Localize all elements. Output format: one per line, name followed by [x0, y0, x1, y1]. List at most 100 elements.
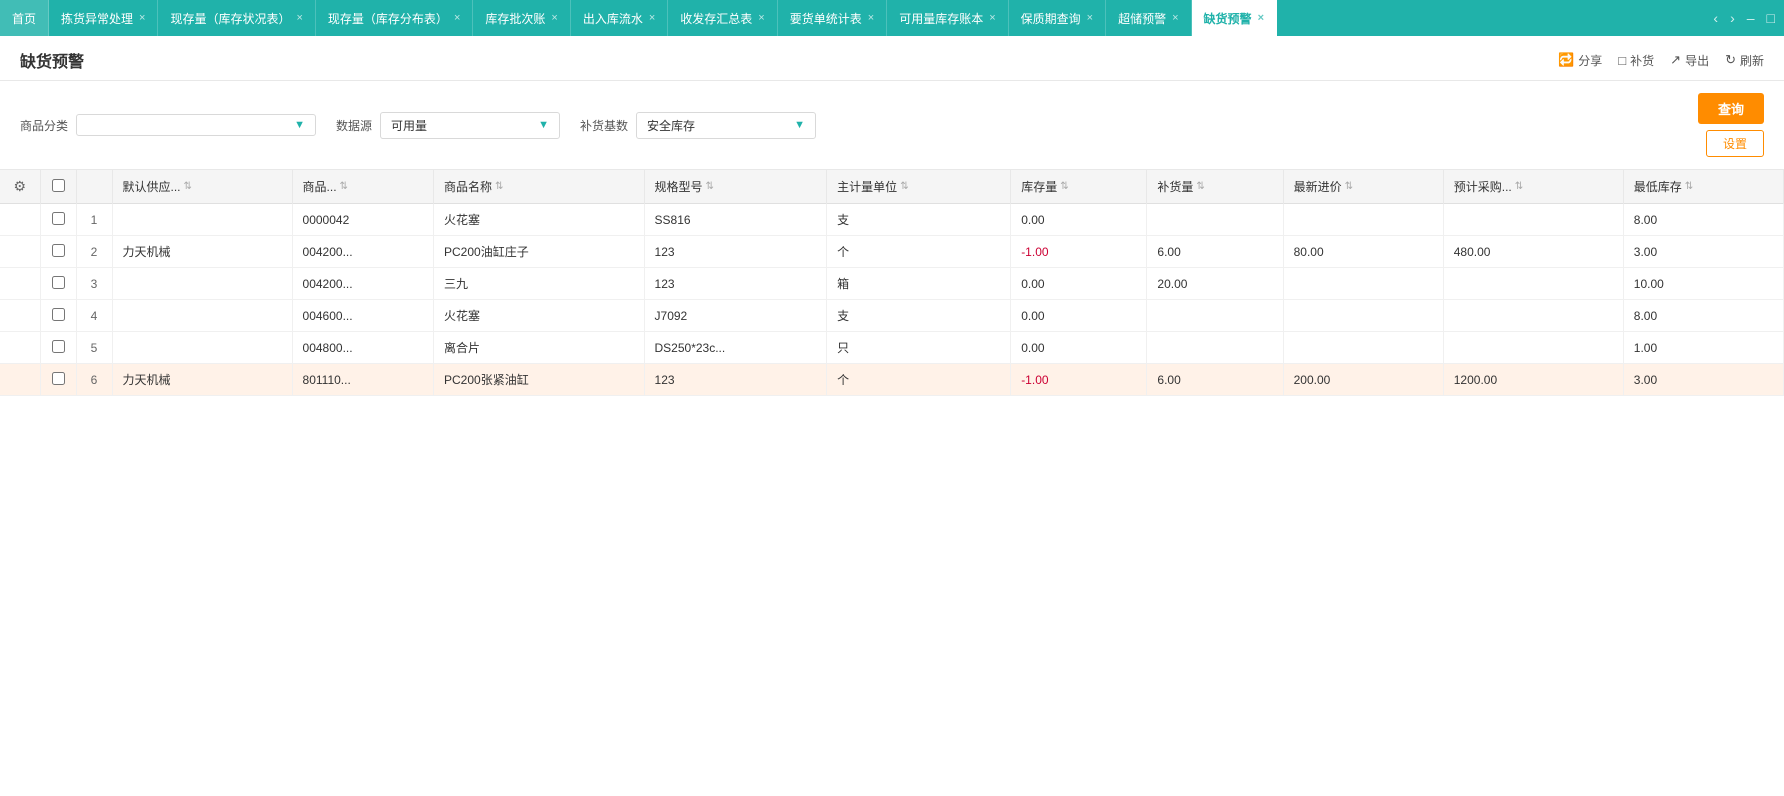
row-unit-2: 箱: [827, 268, 1011, 300]
replenish-base-filter-group: 补货基数 安全库存 ▼: [580, 112, 816, 139]
sort-icon-replenish-qty: ⇅: [1196, 181, 1204, 192]
tab-close-inventory-status[interactable]: ×: [296, 12, 302, 24]
select-all-checkbox[interactable]: [52, 179, 65, 192]
settings-button[interactable]: 设置: [1706, 130, 1764, 157]
table-container: ⚙ 默认供应... ⇅ 商品...: [0, 170, 1784, 396]
tab-close-exception[interactable]: ×: [139, 12, 145, 24]
row-replenish-qty-4: [1147, 332, 1283, 364]
row-latest-price-3: [1283, 300, 1443, 332]
export-action[interactable]: ↗ 导出: [1670, 52, 1709, 69]
refresh-action[interactable]: ↻ 刷新: [1725, 52, 1764, 69]
share-action[interactable]: 🔁 分享: [1558, 52, 1602, 69]
tab-overstock[interactable]: 超储预警 ×: [1106, 0, 1191, 36]
row-num-4: 5: [76, 332, 112, 364]
tab-next-button[interactable]: ›: [1725, 8, 1740, 28]
tab-close-available-ledger[interactable]: ×: [989, 12, 995, 24]
row-select-4[interactable]: [52, 340, 65, 353]
row-unit-0: 支: [827, 204, 1011, 236]
tab-close-inout-flow[interactable]: ×: [649, 12, 655, 24]
column-replenish-qty[interactable]: 补货量 ⇅: [1147, 170, 1283, 204]
tab-exception[interactable]: 拣货异常处理 ×: [49, 0, 158, 36]
column-checkbox[interactable]: [40, 170, 76, 204]
tab-prev-button[interactable]: ‹: [1708, 8, 1723, 28]
tab-close-collect-summary[interactable]: ×: [758, 12, 764, 24]
row-spec-3: J7092: [644, 300, 827, 332]
tab-close-expiry-query[interactable]: ×: [1087, 12, 1093, 24]
query-button[interactable]: 查询: [1698, 93, 1764, 124]
row-checkbox-1[interactable]: [40, 236, 76, 268]
column-default-supplier[interactable]: 默认供应... ⇅: [112, 170, 292, 204]
sort-icon-est-purchase: ⇅: [1515, 181, 1523, 192]
replenish-base-select[interactable]: 安全库存 ▼: [636, 112, 816, 139]
row-stock-0: 0.00: [1011, 204, 1147, 236]
tab-expiry-query[interactable]: 保质期查询 ×: [1009, 0, 1106, 36]
row-stock-1: -1.00: [1011, 236, 1147, 268]
tab-inventory-dist[interactable]: 现存量（库存分布表） ×: [316, 0, 473, 36]
row-checkbox-4[interactable]: [40, 332, 76, 364]
row-select-2[interactable]: [52, 276, 65, 289]
row-latest-price-5: 200.00: [1283, 364, 1443, 396]
row-supplier-1: 力天机械: [112, 236, 292, 268]
tab-available-ledger[interactable]: 可用量库存账本 ×: [887, 0, 1008, 36]
row-stock-4: 0.00: [1011, 332, 1147, 364]
tab-inout-flow[interactable]: 出入库流水 ×: [571, 0, 668, 36]
column-latest-price[interactable]: 最新进价 ⇅: [1283, 170, 1443, 204]
tab-close-inventory-dist[interactable]: ×: [454, 12, 460, 24]
column-product-name[interactable]: 商品名称 ⇅: [434, 170, 645, 204]
row-product-code-1: 004200...: [292, 236, 433, 268]
row-product-name-0: 火花塞: [434, 204, 645, 236]
tab-collect-summary[interactable]: 收发存汇总表 ×: [668, 0, 777, 36]
column-unit[interactable]: 主计量单位 ⇅: [827, 170, 1011, 204]
sort-icon-product-code: ⇅: [340, 181, 348, 192]
row-est-purchase-2: [1443, 268, 1623, 300]
row-min-stock-0: 8.00: [1623, 204, 1783, 236]
row-checkbox-2[interactable]: [40, 268, 76, 300]
tab-close-batch-account[interactable]: ×: [551, 12, 557, 24]
column-product-code[interactable]: 商品... ⇅: [292, 170, 433, 204]
row-select-0[interactable]: [52, 212, 65, 225]
tab-close-shortage[interactable]: ×: [1258, 12, 1264, 24]
tab-order-stats[interactable]: 要货单统计表 ×: [778, 0, 887, 36]
row-product-code-0: 0000042: [292, 204, 433, 236]
tab-close-overstock[interactable]: ×: [1172, 12, 1178, 24]
row-checkbox-3[interactable]: [40, 300, 76, 332]
category-filter-group: 商品分类 ▼: [20, 114, 316, 136]
row-spec-0: SS816: [644, 204, 827, 236]
filter-right-actions: 查询 设置: [1698, 93, 1764, 157]
window-minimize-button[interactable]: –: [1742, 8, 1760, 28]
row-stock-5: -1.00: [1011, 364, 1147, 396]
row-product-code-4: 004800...: [292, 332, 433, 364]
table-row: 4 004600... 火花塞 J7092 支 0.00 8.00: [0, 300, 1784, 332]
row-select-1[interactable]: [52, 244, 65, 257]
tab-close-order-stats[interactable]: ×: [868, 12, 874, 24]
datasource-filter-group: 数据源 可用量 ▼: [336, 112, 560, 139]
window-maximize-button[interactable]: □: [1762, 8, 1780, 28]
tab-batch-account[interactable]: 库存批次账 ×: [473, 0, 570, 36]
column-min-stock[interactable]: 最低库存 ⇅: [1623, 170, 1783, 204]
row-min-stock-4: 1.00: [1623, 332, 1783, 364]
row-unit-3: 支: [827, 300, 1011, 332]
tab-home[interactable]: 首页: [0, 0, 49, 36]
row-select-5[interactable]: [52, 372, 65, 385]
column-est-purchase[interactable]: 预计采购... ⇅: [1443, 170, 1623, 204]
row-est-purchase-4: [1443, 332, 1623, 364]
row-select-3[interactable]: [52, 308, 65, 321]
share-icon: 🔁: [1558, 52, 1574, 68]
row-checkbox-0[interactable]: [40, 204, 76, 236]
tab-bar: 首页 拣货异常处理 × 现存量（库存状况表） × 现存量（库存分布表） × 库存…: [0, 0, 1784, 36]
column-stock[interactable]: 库存量 ⇅: [1011, 170, 1147, 204]
row-checkbox-5[interactable]: [40, 364, 76, 396]
replenish-action[interactable]: □ 补货: [1618, 52, 1654, 69]
gear-button[interactable]: ⚙: [13, 178, 26, 195]
column-spec[interactable]: 规格型号 ⇅: [644, 170, 827, 204]
datasource-select[interactable]: 可用量 ▼: [380, 112, 560, 139]
tab-shortage[interactable]: 缺货预警 ×: [1192, 0, 1277, 36]
column-gear[interactable]: ⚙: [0, 170, 40, 204]
row-latest-price-0: [1283, 204, 1443, 236]
sort-icon-spec: ⇅: [706, 181, 714, 192]
row-stock-3: 0.00: [1011, 300, 1147, 332]
tab-inventory-status[interactable]: 现存量（库存状况表） ×: [158, 0, 315, 36]
row-latest-price-4: [1283, 332, 1443, 364]
row-gear-2: [0, 268, 40, 300]
category-select[interactable]: ▼: [76, 114, 316, 136]
